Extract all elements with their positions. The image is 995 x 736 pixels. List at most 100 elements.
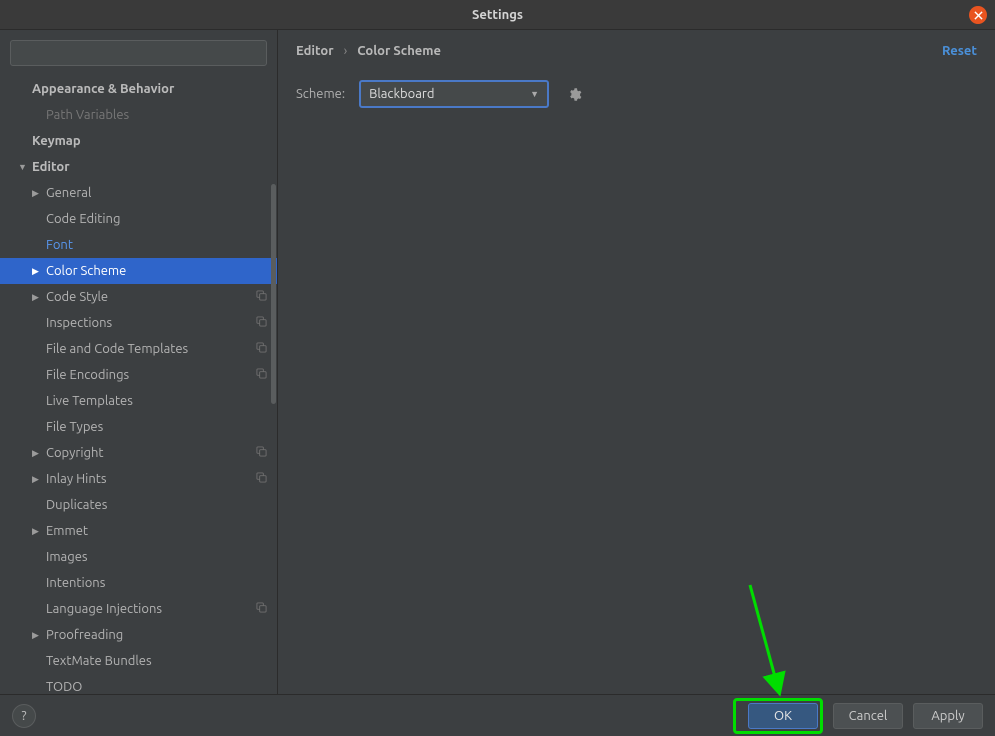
tree-item[interactable]: Font xyxy=(0,232,277,258)
chevron-right-icon xyxy=(32,396,42,406)
ok-annotation-highlight: OK xyxy=(733,698,823,734)
tree-item[interactable]: ▶ General xyxy=(0,180,277,206)
ok-button[interactable]: OK xyxy=(748,703,818,729)
tree-item-label: Inlay Hints xyxy=(46,472,107,486)
chevron-right-icon xyxy=(18,84,28,94)
help-icon: ? xyxy=(21,709,26,723)
tree-item-label: Live Templates xyxy=(46,394,133,408)
chevron-right-icon: ▶ xyxy=(32,188,42,199)
reset-link[interactable]: Reset xyxy=(942,44,977,58)
tree-item[interactable]: ▶ Copyright xyxy=(0,440,277,466)
chevron-right-icon: ▶ xyxy=(32,266,42,277)
chevron-down-icon: ▼ xyxy=(18,162,28,172)
chevron-right-icon xyxy=(32,422,42,432)
chevron-right-icon: ▶ xyxy=(32,474,42,485)
sidebar: Appearance & Behavior Path Variables Key… xyxy=(0,30,278,694)
titlebar: Settings xyxy=(0,0,995,30)
tree-item-label: Emmet xyxy=(46,524,88,538)
gear-icon xyxy=(567,87,582,102)
breadcrumb-root[interactable]: Editor xyxy=(296,44,334,58)
chevron-right-icon xyxy=(32,656,42,666)
tree-item-label: General xyxy=(46,186,91,200)
tree-item-label: Color Scheme xyxy=(46,264,126,278)
chevron-right-icon xyxy=(32,240,42,250)
chevron-right-icon xyxy=(32,500,42,510)
tree-item-label: Editor xyxy=(32,160,70,174)
tree-item[interactable]: ▼ Editor xyxy=(0,154,277,180)
search-input[interactable] xyxy=(10,40,267,66)
tree-item[interactable]: Keymap xyxy=(0,128,277,154)
tree-item-label: Duplicates xyxy=(46,498,107,512)
tree-item[interactable]: Code Editing xyxy=(0,206,277,232)
tree-item[interactable]: File Types xyxy=(0,414,277,440)
tree-item-label: Appearance & Behavior xyxy=(32,82,174,96)
cancel-button[interactable]: Cancel xyxy=(833,703,903,729)
tree-item-label: Path Variables xyxy=(46,108,129,122)
tree-item[interactable]: Intentions xyxy=(0,570,277,596)
tree-item[interactable]: File and Code Templates xyxy=(0,336,277,362)
tree-item-label: File and Code Templates xyxy=(46,342,188,356)
tree-item[interactable]: ▶Proofreading xyxy=(0,622,277,648)
scheme-select[interactable]: Blackboard ▼ xyxy=(359,80,549,108)
tree-item[interactable]: Inspections xyxy=(0,310,277,336)
chevron-right-icon xyxy=(32,604,42,614)
tree-item[interactable]: Path Variables xyxy=(0,102,277,128)
breadcrumb-separator: › xyxy=(344,44,348,58)
chevron-right-icon xyxy=(32,344,42,354)
scheme-label: Scheme: xyxy=(296,87,345,101)
tree-item-label: Inspections xyxy=(46,316,112,330)
tree-item-label: TODO xyxy=(46,680,82,694)
chevron-right-icon xyxy=(32,682,42,692)
tree-item-label: Language Injections xyxy=(46,602,162,616)
chevron-right-icon xyxy=(32,552,42,562)
tree-item-label: Intentions xyxy=(46,576,105,590)
tree-item[interactable]: Language Injections xyxy=(0,596,277,622)
breadcrumb-leaf: Color Scheme xyxy=(357,44,441,58)
chevron-right-icon xyxy=(32,318,42,328)
tree-item[interactable]: ▶ Emmet xyxy=(0,518,277,544)
chevron-right-icon: ▶ xyxy=(32,526,42,537)
chevron-down-icon: ▼ xyxy=(530,89,539,99)
project-badge-icon xyxy=(256,316,267,330)
tree-item[interactable]: Appearance & Behavior xyxy=(0,76,277,102)
scheme-value: Blackboard xyxy=(369,87,434,101)
apply-button[interactable]: Apply xyxy=(913,703,983,729)
chevron-right-icon xyxy=(32,214,42,224)
chevron-right-icon xyxy=(32,110,42,120)
close-icon xyxy=(974,11,983,20)
tree-item-label: Font xyxy=(46,238,73,252)
tree-item-label: Images xyxy=(46,550,88,564)
tree-item-label: Copyright xyxy=(46,446,104,460)
project-badge-icon xyxy=(256,446,267,460)
tree-item[interactable]: Images xyxy=(0,544,277,570)
project-badge-icon xyxy=(256,472,267,486)
window-title: Settings xyxy=(472,8,523,22)
tree-item[interactable]: ▶ Color Scheme xyxy=(0,258,277,284)
help-button[interactable]: ? xyxy=(12,704,36,728)
chevron-right-icon xyxy=(18,136,28,146)
tree-item[interactable]: File Encodings xyxy=(0,362,277,388)
tree-item-label: Keymap xyxy=(32,134,81,148)
tree-scrollbar[interactable] xyxy=(271,184,276,404)
tree-item[interactable]: TODO xyxy=(0,674,277,694)
tree-item[interactable]: ▶ Inlay Hints xyxy=(0,466,277,492)
tree-item-label: Proofreading xyxy=(46,628,123,642)
settings-tree[interactable]: Appearance & Behavior Path Variables Key… xyxy=(0,74,277,694)
main-panel: Editor › Color Scheme Reset Scheme: Blac… xyxy=(278,30,995,694)
project-badge-icon xyxy=(256,602,267,616)
tree-item-label: File Encodings xyxy=(46,368,129,382)
tree-item[interactable]: Duplicates xyxy=(0,492,277,518)
footer: ? OK Cancel Apply xyxy=(0,694,995,736)
tree-item[interactable]: TextMate Bundles xyxy=(0,648,277,674)
scheme-gear-button[interactable] xyxy=(563,83,585,105)
tree-item[interactable]: Live Templates xyxy=(0,388,277,414)
chevron-right-icon: ▶ xyxy=(32,448,42,459)
chevron-right-icon xyxy=(32,370,42,380)
project-badge-icon xyxy=(256,290,267,304)
chevron-right-icon: ▶ xyxy=(32,292,42,303)
tree-item[interactable]: ▶Code Style xyxy=(0,284,277,310)
project-badge-icon xyxy=(256,368,267,382)
tree-item-label: File Types xyxy=(46,420,103,434)
tree-item-label: TextMate Bundles xyxy=(46,654,152,668)
close-button[interactable] xyxy=(969,6,987,24)
